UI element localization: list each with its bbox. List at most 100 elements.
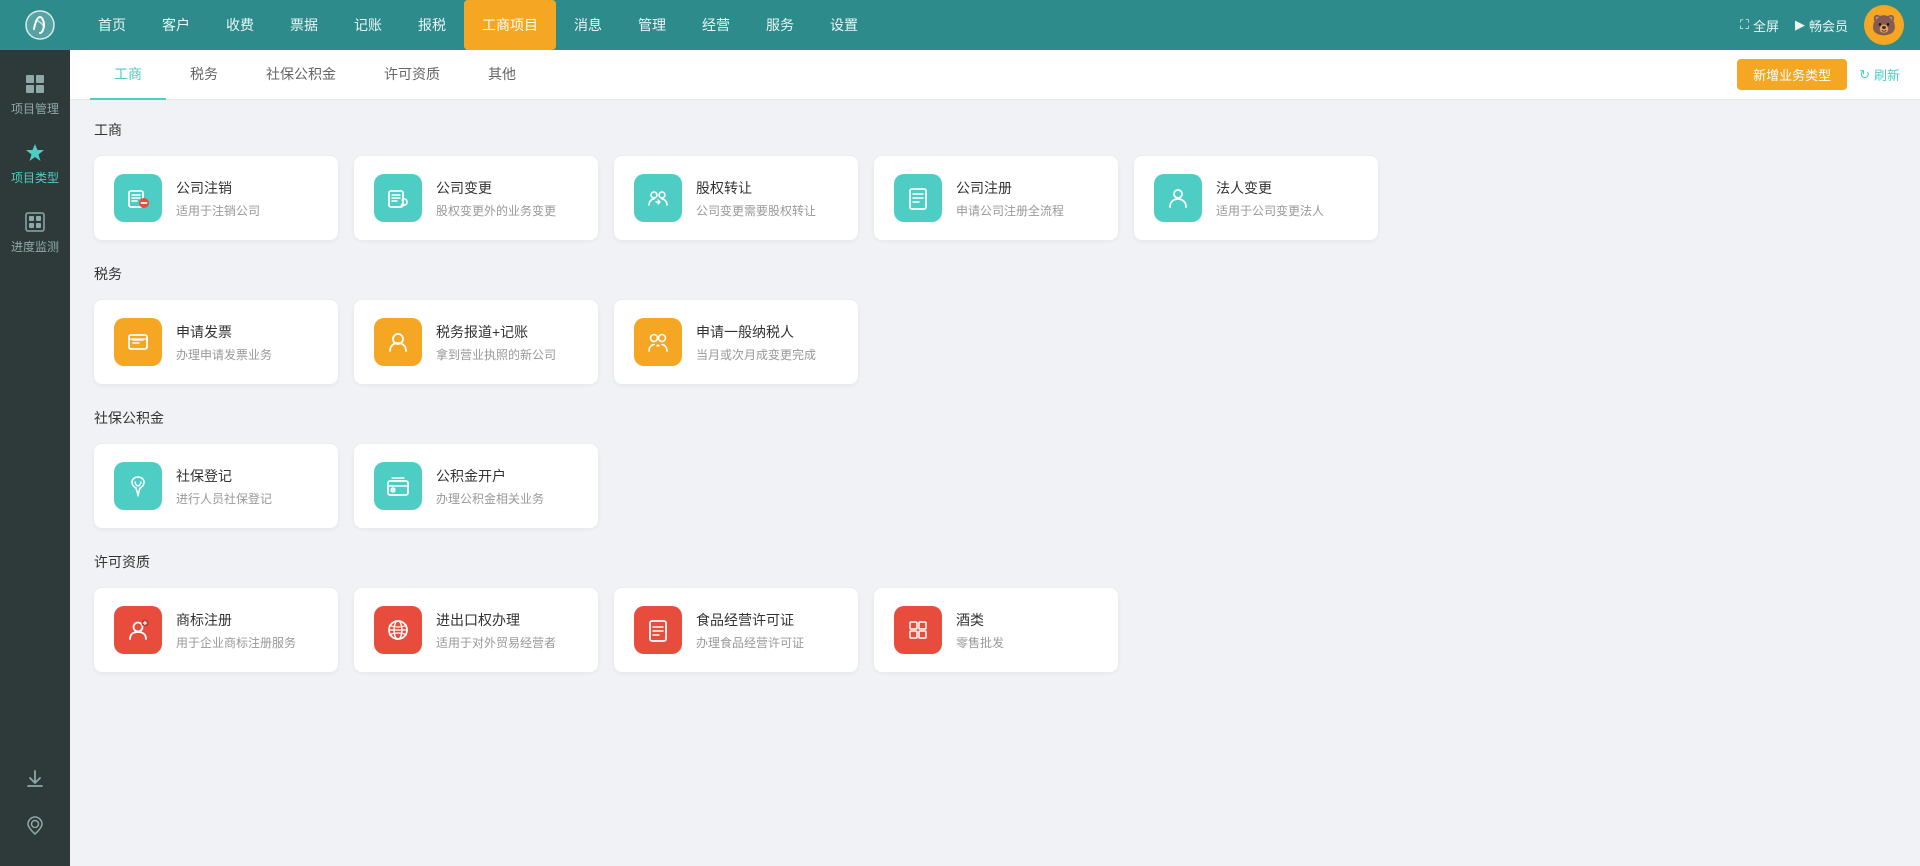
nav-operation[interactable]: 经营	[684, 0, 748, 50]
card-provident-fund[interactable]: 公积金开户 办理公积金相关业务	[354, 444, 598, 528]
card-company-register[interactable]: 公司注册 申请公司注册全流程	[874, 156, 1118, 240]
legal-person-change-title: 法人变更	[1216, 178, 1324, 198]
company-cancel-text: 公司注销 适用于注销公司	[176, 178, 260, 219]
nav-tax[interactable]: 报税	[400, 0, 464, 50]
nav-home[interactable]: 首页	[80, 0, 144, 50]
equity-transfer-icon	[634, 174, 682, 222]
add-business-type-button[interactable]: 新增业务类型	[1737, 59, 1847, 90]
company-register-text: 公司注册 申请公司注册全流程	[956, 178, 1064, 219]
card-legal-person-change[interactable]: 法人变更 适用于公司变更法人	[1134, 156, 1378, 240]
equity-transfer-title: 股权转让	[696, 178, 816, 198]
tax-report-icon	[374, 318, 422, 366]
tab-other[interactable]: 其他	[464, 50, 540, 100]
nav-message[interactable]: 消息	[556, 0, 620, 50]
refresh-button[interactable]: ↻ 刷新	[1859, 65, 1900, 84]
social-security-register-icon	[114, 462, 162, 510]
social-security-register-text: 社保登记 进行人员社保登记	[176, 466, 272, 507]
company-register-title: 公司注册	[956, 178, 1064, 198]
food-permit-text: 食品经营许可证 办理食品经营许可证	[696, 610, 804, 651]
top-navigation: 首页 客户 收费 票据 记账 报税 工商项目 消息 管理 经营 服务 设置 ⛶ …	[0, 0, 1920, 50]
sidebar-bottom	[0, 758, 70, 866]
nav-bills[interactable]: 票据	[272, 0, 336, 50]
card-invoice-apply[interactable]: 申请发票 办理申请发票业务	[94, 300, 338, 384]
sidebar: 项目管理 项目类型 进度监测	[0, 50, 70, 866]
tab-business[interactable]: 工商	[90, 50, 166, 100]
mascot-avatar[interactable]: 🐻	[1864, 5, 1904, 45]
card-liquor[interactable]: 酒类 零售批发	[874, 588, 1118, 672]
nav-menu: 首页 客户 收费 票据 记账 报税 工商项目 消息 管理 经营 服务 设置	[80, 0, 1740, 50]
project-type-icon	[23, 141, 47, 165]
legal-person-change-icon	[1154, 174, 1202, 222]
trademark-title: 商标注册	[176, 610, 296, 630]
nav-accounting[interactable]: 记账	[336, 0, 400, 50]
section-title-gongshang: 工商	[94, 120, 1896, 140]
invoice-apply-icon	[114, 318, 162, 366]
tab-permit[interactable]: 许可资质	[360, 50, 464, 100]
sidebar-label-project-type: 项目类型	[11, 169, 59, 186]
food-permit-desc: 办理食品经营许可证	[696, 634, 804, 651]
refresh-label: 刷新	[1874, 65, 1900, 84]
company-change-title: 公司变更	[436, 178, 556, 198]
company-register-icon	[894, 174, 942, 222]
card-tax-report[interactable]: 税务报道+记账 拿到营业执照的新公司	[354, 300, 598, 384]
card-company-change[interactable]: 公司变更 股权变更外的业务变更	[354, 156, 598, 240]
nav-fees[interactable]: 收费	[208, 0, 272, 50]
card-company-cancel[interactable]: 公司注销 适用于注销公司	[94, 156, 338, 240]
card-food-permit[interactable]: 食品经营许可证 办理食品经营许可证	[614, 588, 858, 672]
equity-transfer-text: 股权转让 公司变更需要股权转让	[696, 178, 816, 219]
company-register-desc: 申请公司注册全流程	[956, 202, 1064, 219]
section-tax: 税务 申请发票 办理申请发票业务	[94, 264, 1896, 384]
import-export-text: 进出口权办理 适用于对外贸易经营者	[436, 610, 556, 651]
cards-social-security: 社保登记 进行人员社保登记	[94, 444, 1896, 528]
tax-report-text: 税务报道+记账 拿到营业执照的新公司	[436, 322, 556, 363]
sidebar-item-project-type[interactable]: 项目类型	[0, 129, 70, 198]
nav-right-actions: ⛶ 全屏 ▶ 畅会员 🐻	[1740, 5, 1904, 45]
sidebar-item-progress[interactable]: 进度监测	[0, 198, 70, 267]
card-social-security-register[interactable]: 社保登记 进行人员社保登记	[94, 444, 338, 528]
project-manage-icon	[23, 72, 47, 96]
sidebar-download-button[interactable]	[0, 758, 70, 800]
nav-manage[interactable]: 管理	[620, 0, 684, 50]
sidebar-label-progress: 进度监测	[11, 238, 59, 255]
company-cancel-title: 公司注销	[176, 178, 260, 198]
card-equity-transfer[interactable]: 股权转让 公司变更需要股权转让	[614, 156, 858, 240]
tab-social-security[interactable]: 社保公积金	[242, 50, 360, 100]
nav-business[interactable]: 工商项目	[464, 0, 556, 50]
nav-customer[interactable]: 客户	[144, 0, 208, 50]
vip-button[interactable]: ▶ 畅会员	[1795, 16, 1848, 35]
invoice-apply-desc: 办理申请发票业务	[176, 346, 272, 363]
card-general-taxpayer[interactable]: 申请一般纳税人 当月或次月成变更完成	[614, 300, 858, 384]
tax-report-desc: 拿到营业执照的新公司	[436, 346, 556, 363]
vip-label: 畅会员	[1809, 16, 1848, 35]
general-taxpayer-text: 申请一般纳税人 当月或次月成变更完成	[696, 322, 816, 363]
refresh-icon: ↻	[1859, 67, 1870, 83]
section-gongshang: 工商 公司注销	[94, 120, 1896, 240]
section-title-tax: 税务	[94, 264, 1896, 284]
sidebar-label-project-manage: 项目管理	[11, 100, 59, 117]
social-security-register-desc: 进行人员社保登记	[176, 490, 272, 507]
general-taxpayer-icon	[634, 318, 682, 366]
company-change-desc: 股权变更外的业务变更	[436, 202, 556, 219]
nav-service[interactable]: 服务	[748, 0, 812, 50]
trademark-desc: 用于企业商标注册服务	[176, 634, 296, 651]
card-trademark[interactable]: 商标注册 用于企业商标注册服务	[94, 588, 338, 672]
section-title-social-security: 社保公积金	[94, 408, 1896, 428]
liquor-icon	[894, 606, 942, 654]
sidebar-location-button[interactable]	[0, 804, 70, 846]
nav-settings[interactable]: 设置	[812, 0, 876, 50]
tab-actions: 新增业务类型 ↻ 刷新	[1737, 59, 1900, 90]
sidebar-item-project-manage[interactable]: 项目管理	[0, 60, 70, 129]
content-area: 工商 税务 社保公积金 许可资质 其他 新增业务类型 ↻ 刷新 工商	[70, 50, 1920, 866]
cards-gongshang: 公司注销 适用于注销公司	[94, 156, 1896, 240]
scroll-content[interactable]: 工商 公司注销	[70, 100, 1920, 866]
food-permit-title: 食品经营许可证	[696, 610, 804, 630]
equity-transfer-desc: 公司变更需要股权转让	[696, 202, 816, 219]
tab-tax[interactable]: 税务	[166, 50, 242, 100]
invoice-apply-text: 申请发票 办理申请发票业务	[176, 322, 272, 363]
fullscreen-icon: ⛶	[1740, 17, 1749, 33]
provident-fund-icon	[374, 462, 422, 510]
fullscreen-button[interactable]: ⛶ 全屏	[1740, 16, 1779, 35]
card-import-export[interactable]: 进出口权办理 适用于对外贸易经营者	[354, 588, 598, 672]
progress-icon	[23, 210, 47, 234]
legal-person-change-desc: 适用于公司变更法人	[1216, 202, 1324, 219]
